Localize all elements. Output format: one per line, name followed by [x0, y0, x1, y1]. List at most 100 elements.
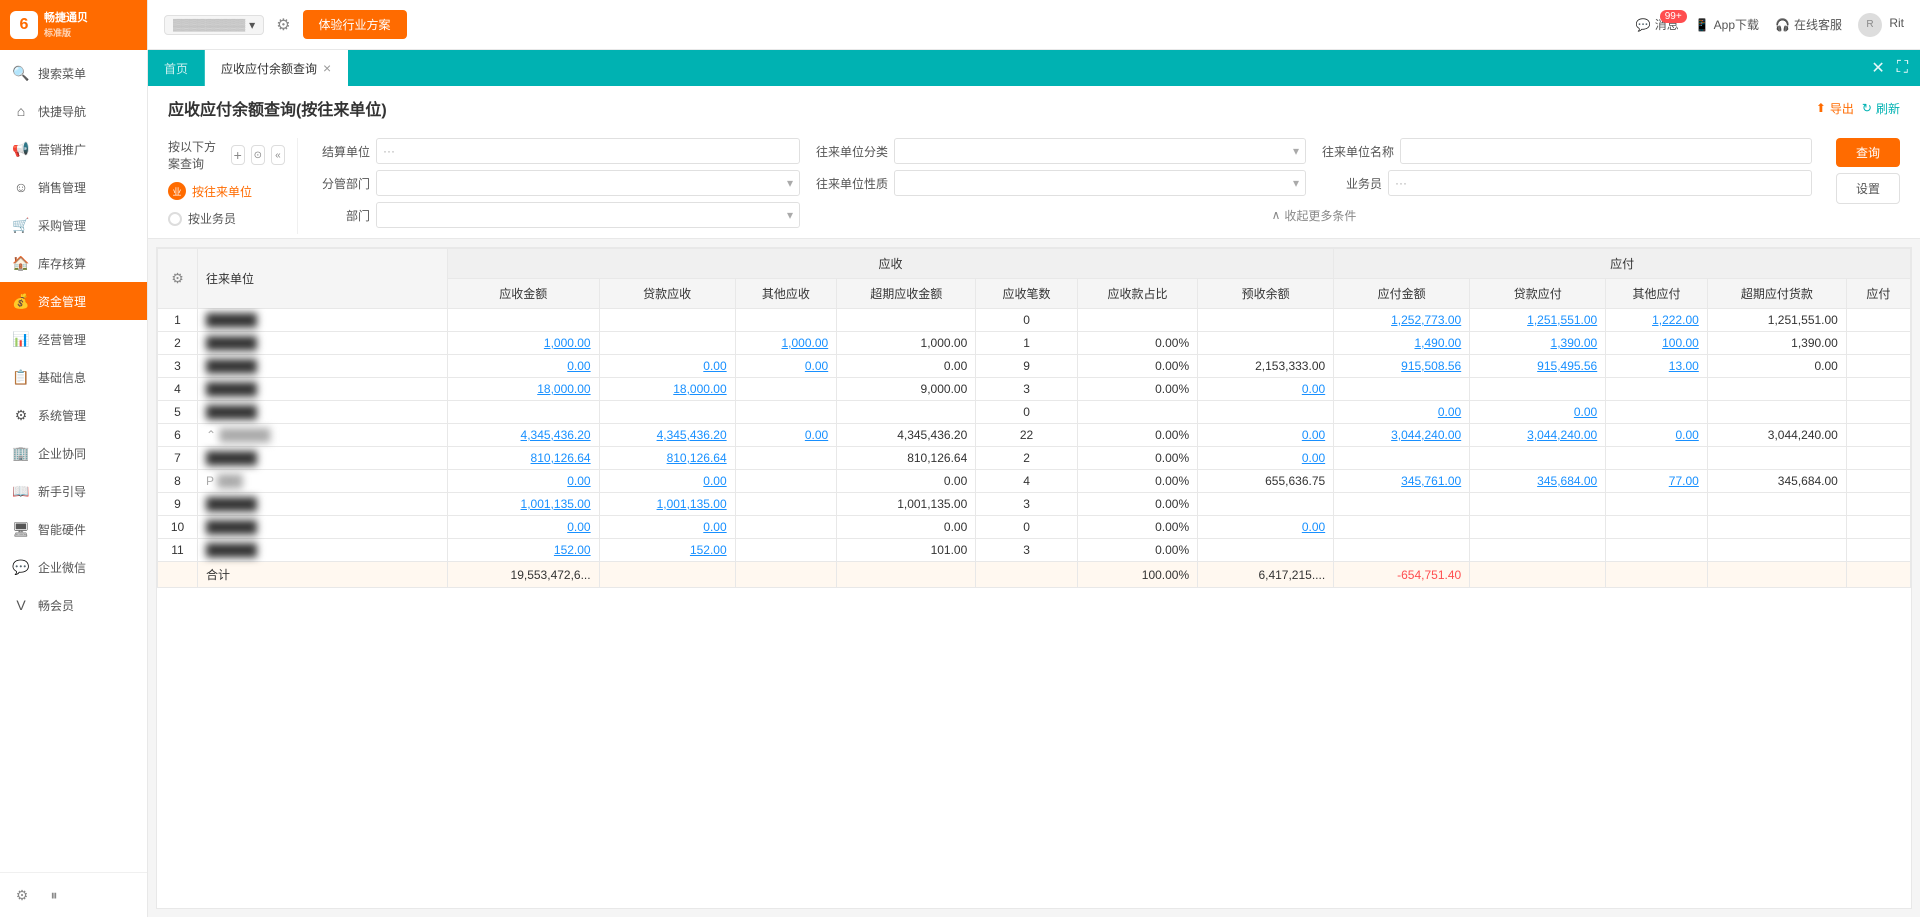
sidebar-item-search-menu[interactable]: 🔍 搜索菜单: [0, 54, 147, 92]
row-ap-overdue: [1707, 447, 1846, 470]
group-payable: 应付: [1334, 249, 1911, 279]
row-ap-amount: [1334, 493, 1470, 516]
app-download-btn[interactable]: 📱 App下载: [1695, 16, 1759, 33]
row-ar-count: 4: [976, 470, 1078, 493]
settings-btn[interactable]: 设置: [1836, 173, 1900, 204]
back-scheme-btn[interactable]: «: [271, 145, 285, 165]
sidebar-item-sales[interactable]: ☺ 销售管理: [0, 168, 147, 206]
row-ar-prepay: [1198, 539, 1334, 562]
total-ar-overdue: [837, 562, 976, 588]
row-ar-ratio: 0.00%: [1077, 539, 1197, 562]
sidebar-item-label: 基础信息: [38, 369, 86, 386]
salesperson-input[interactable]: ···: [1388, 170, 1812, 196]
row-ar-overdue: 4,345,436.20: [837, 424, 976, 447]
row-ap-amount: [1334, 447, 1470, 470]
user-profile[interactable]: R Rit: [1858, 13, 1904, 37]
settlement-unit-input[interactable]: ···: [376, 138, 800, 164]
row-ar-other: 0.00: [735, 355, 837, 378]
sidebar-item-member[interactable]: V 畅会员: [0, 586, 147, 624]
smart-hw-icon: 🖥: [12, 520, 30, 538]
sidebar-item-smart-hw[interactable]: 🖥 智能硬件: [0, 510, 147, 548]
row-ar-count: 3: [976, 539, 1078, 562]
sidebar-item-label: 资金管理: [38, 293, 86, 310]
service-label: 在线客服: [1794, 16, 1842, 33]
sidebar-item-inventory[interactable]: 🏠 库存核算: [0, 244, 147, 282]
sidebar-item-base-info[interactable]: 📋 基础信息: [0, 358, 147, 396]
tab-ar-ap[interactable]: 应收应付余额查询 ×: [205, 50, 348, 86]
purchase-icon: 🛒: [12, 216, 30, 234]
query-btn[interactable]: 查询: [1836, 138, 1900, 167]
sidebar-item-wechat[interactable]: 💬 企业微信: [0, 548, 147, 586]
add-scheme-btn[interactable]: +: [231, 145, 245, 165]
tab-expand-icon[interactable]: ⛶: [1897, 59, 1908, 77]
col-ar-amount: 应收金额: [447, 279, 599, 309]
row-ar-count: 0: [976, 309, 1078, 332]
col-ar-prepay: 预收余额: [1198, 279, 1334, 309]
table-settings-icon[interactable]: ⚙: [171, 270, 184, 286]
row-ar-overdue: 9,000.00: [837, 378, 976, 401]
inventory-icon: 🏠: [12, 254, 30, 272]
sidebar-item-label: 快捷导航: [38, 103, 86, 120]
collapse-filter-btn[interactable]: ∧ 收起更多条件: [1268, 203, 1361, 228]
sidebar-gear-btn[interactable]: ⚙: [10, 883, 34, 907]
row-ap-other: [1606, 401, 1708, 424]
row-ar-ratio: 0.00%: [1077, 378, 1197, 401]
sidebar-item-system[interactable]: ⚙ 系统管理: [0, 396, 147, 434]
refresh-btn[interactable]: ↻ 刷新: [1862, 100, 1900, 117]
row-ap-other: [1606, 447, 1708, 470]
page-actions: ⬆ 导出 ↻ 刷新: [1816, 100, 1900, 117]
row-ar-ratio: 0.00%: [1077, 424, 1197, 447]
counterparty-category-input[interactable]: ▾: [894, 138, 1306, 164]
row-ap-loan: [1470, 516, 1606, 539]
sidebar-item-operations[interactable]: 📊 经营管理: [0, 320, 147, 358]
row-ar-overdue: [837, 309, 976, 332]
topbar-gear-btn[interactable]: ⚙: [276, 15, 290, 35]
department-input[interactable]: ▾: [376, 202, 800, 228]
row-ap-amount: 0.00: [1334, 401, 1470, 424]
counterparty-category-label: 往来单位分类: [816, 143, 888, 160]
marketing-icon: 📢: [12, 140, 30, 158]
sidebar-item-quick-nav[interactable]: ⌂ 快捷导航: [0, 92, 147, 130]
counterparty-name-input[interactable]: [1400, 138, 1812, 164]
message-btn[interactable]: 💬 消息 99+: [1636, 16, 1679, 33]
col-ar-count: 应收笔数: [976, 279, 1078, 309]
row-ar-other: [735, 401, 837, 424]
total-ar-prepay: 6,417,215....: [1198, 562, 1334, 588]
tab-close-icon[interactable]: ×: [323, 60, 331, 76]
total-label: 合计: [198, 562, 448, 588]
export-btn[interactable]: ⬆ 导出: [1816, 100, 1854, 117]
row-ar-overdue: [837, 401, 976, 424]
counterparty-nature-input[interactable]: ▾: [894, 170, 1306, 196]
row-ap-loan: [1470, 493, 1606, 516]
row-ar-other: 0.00: [735, 424, 837, 447]
breadcrumb-select[interactable]: ▓▓▓▓▓▓▓▓▓ ▾: [164, 15, 264, 35]
industry-btn[interactable]: 体验行业方案: [303, 10, 407, 39]
row-ar-ratio: 0.00%: [1077, 355, 1197, 378]
row-ar-other: [735, 378, 837, 401]
row-ar-loan: 152.00: [599, 539, 735, 562]
row-ar-ratio: 0.00%: [1077, 516, 1197, 539]
dropdown-arrow-icon: ▾: [249, 18, 255, 32]
row-ar-amount: [447, 309, 599, 332]
tab-home[interactable]: 首页: [148, 50, 205, 86]
sidebar-item-marketing[interactable]: 📢 营销推广: [0, 130, 147, 168]
sidebar-item-purchase[interactable]: 🛒 采购管理: [0, 206, 147, 244]
edit-scheme-btn[interactable]: ⊙: [251, 145, 265, 165]
scheme-salesperson-label: 按业务员: [188, 210, 236, 227]
collapse-icon: ∧: [1272, 208, 1281, 222]
row-ap-loan: [1470, 378, 1606, 401]
online-service-btn[interactable]: 🎧 在线客服: [1775, 16, 1842, 33]
sidebar-item-enterprise[interactable]: 🏢 企业协同: [0, 434, 147, 472]
sidebar-item-label: 采购管理: [38, 217, 86, 234]
sidebar-item-guide[interactable]: 📖 新手引导: [0, 472, 147, 510]
scheme-option-counterparty[interactable]: 业 按往来单位: [168, 182, 285, 200]
row-ar-ratio: 0.00%: [1077, 493, 1197, 516]
tab-close-window-icon[interactable]: ✕: [1871, 58, 1884, 78]
row-ar-overdue: 0.00: [837, 355, 976, 378]
dept-input[interactable]: ▾: [376, 170, 800, 196]
scheme-option-salesperson[interactable]: 按业务员: [168, 210, 285, 227]
col-ap-more: 应付: [1846, 279, 1910, 309]
sidebar-collapse-btn[interactable]: ⏸: [42, 883, 66, 907]
row-ar-overdue: 810,126.64: [837, 447, 976, 470]
sidebar-item-capital[interactable]: 💰 资金管理: [0, 282, 147, 320]
